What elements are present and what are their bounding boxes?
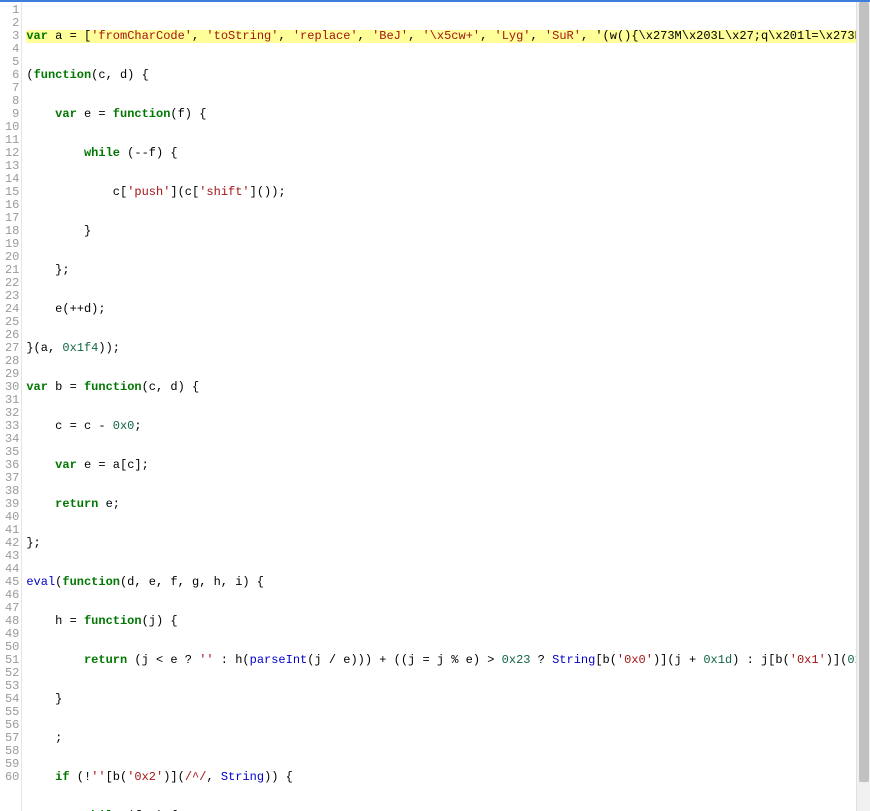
code-line[interactable]: return e; <box>26 498 856 511</box>
code-line[interactable]: e(++d); <box>26 303 856 316</box>
code-area[interactable]: var a = ['fromCharCode', 'toString', 're… <box>22 2 856 811</box>
line-number: 60 <box>0 771 19 784</box>
scrollbar-thumb[interactable] <box>859 2 869 782</box>
code-line[interactable]: c = c - 0x0; <box>26 420 856 433</box>
code-line[interactable]: } <box>26 225 856 238</box>
code-line[interactable]: ; <box>26 732 856 745</box>
code-editor[interactable]: 1 2 3 4 5 6 7 8 9 10 11 12 13 14 15 16 1… <box>0 0 870 811</box>
code-line[interactable]: c['push'](c['shift']()); <box>26 186 856 199</box>
vertical-scrollbar[interactable] <box>856 2 870 811</box>
code-line[interactable]: var e = function(f) { <box>26 108 856 121</box>
code-line[interactable]: } <box>26 693 856 706</box>
code-line[interactable]: var e = a[c]; <box>26 459 856 472</box>
code-line[interactable]: }; <box>26 264 856 277</box>
code-line[interactable]: eval(function(d, e, f, g, h, i) { <box>26 576 856 589</box>
code-line[interactable]: while (--f) { <box>26 147 856 160</box>
code-line[interactable]: h = function(j) { <box>26 615 856 628</box>
code-line[interactable]: return (j < e ? '' : h(parseInt(j / e)))… <box>26 654 856 667</box>
line-number-gutter: 1 2 3 4 5 6 7 8 9 10 11 12 13 14 15 16 1… <box>0 2 22 811</box>
code-line[interactable]: if (!''[b('0x2')](/^/, String)) { <box>26 771 856 784</box>
code-line[interactable]: }; <box>26 537 856 550</box>
code-line[interactable]: var b = function(c, d) { <box>26 381 856 394</box>
code-line[interactable]: var a = ['fromCharCode', 'toString', 're… <box>26 30 856 43</box>
code-line[interactable]: (function(c, d) { <box>26 69 856 82</box>
code-line[interactable]: }(a, 0x1f4)); <box>26 342 856 355</box>
